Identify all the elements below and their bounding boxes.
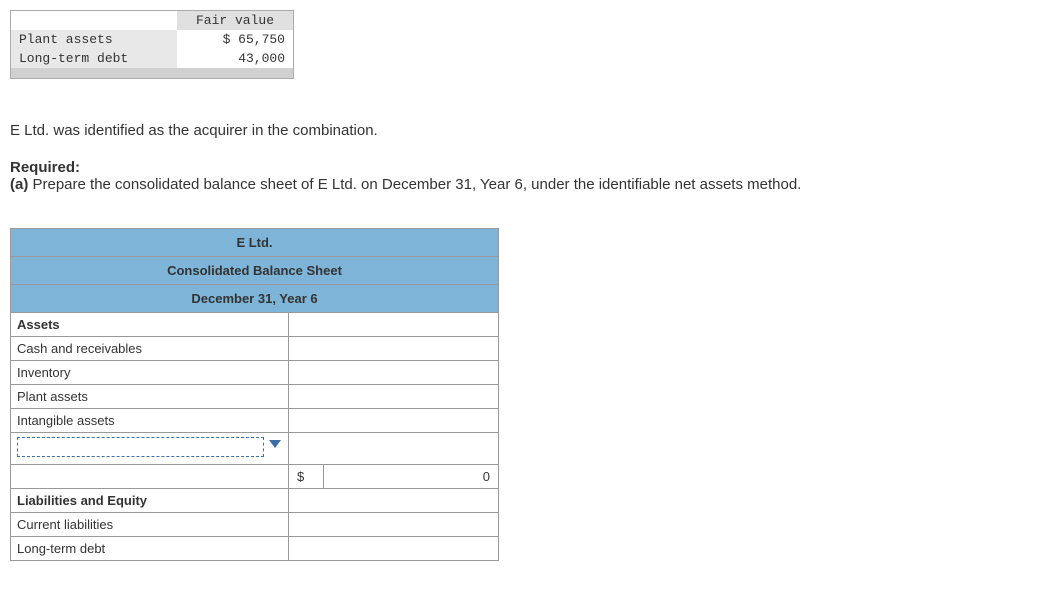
row-inventory: Inventory <box>11 361 289 385</box>
required-label: Required: <box>10 159 80 176</box>
fair-value-table-wrap: Fair value Plant assets $ 65,750 Long-te… <box>10 10 294 79</box>
bs-title-company: E Ltd. <box>11 229 499 257</box>
section-liabilities-value <box>289 489 499 513</box>
instruction-required: Required: (a) Prepare the consolidated b… <box>10 159 1041 193</box>
long-term-debt-label: Long-term debt <box>11 49 177 68</box>
row-plant-assets: Plant assets <box>11 385 289 409</box>
row-current-liabilities-input[interactable] <box>289 513 499 537</box>
dropdown-input[interactable] <box>17 437 264 457</box>
row-plant-assets-input[interactable] <box>289 385 499 409</box>
row-zero: 0 <box>324 465 499 489</box>
row-intangible-input[interactable] <box>289 409 499 433</box>
row-dropdown-value[interactable] <box>289 433 499 465</box>
blank-cell <box>11 11 177 30</box>
row-intangible: Intangible assets <box>11 409 289 433</box>
row-dropdown-cell[interactable] <box>11 433 289 465</box>
chevron-down-icon[interactable] <box>269 440 281 448</box>
section-assets: Assets <box>11 313 289 337</box>
part-a-text: Prepare the consolidated balance sheet o… <box>33 176 802 193</box>
part-a-label: (a) <box>10 176 33 193</box>
row-total-blank <box>11 465 289 489</box>
row-long-term-debt: Long-term debt <box>11 537 289 561</box>
row-current-liabilities: Current liabilities <box>11 513 289 537</box>
balance-sheet-table: E Ltd. Consolidated Balance Sheet Decemb… <box>10 228 499 561</box>
fair-value-table: Fair value Plant assets $ 65,750 Long-te… <box>11 11 293 78</box>
row-long-term-debt-input[interactable] <box>289 537 499 561</box>
plant-assets-label: Plant assets <box>11 30 177 49</box>
section-assets-value <box>289 313 499 337</box>
row-currency: $ <box>289 465 324 489</box>
plant-assets-value: $ 65,750 <box>177 30 293 49</box>
table-bottom-bar <box>11 68 293 78</box>
bs-title-date: December 31, Year 6 <box>11 285 499 313</box>
row-inventory-input[interactable] <box>289 361 499 385</box>
row-cash: Cash and receivables <box>11 337 289 361</box>
bs-title-statement: Consolidated Balance Sheet <box>11 257 499 285</box>
fair-value-header: Fair value <box>177 11 293 30</box>
long-term-debt-value: 43,000 <box>177 49 293 68</box>
instruction-line-1: E Ltd. was identified as the acquirer in… <box>10 122 1041 139</box>
section-liabilities: Liabilities and Equity <box>11 489 289 513</box>
row-cash-input[interactable] <box>289 337 499 361</box>
